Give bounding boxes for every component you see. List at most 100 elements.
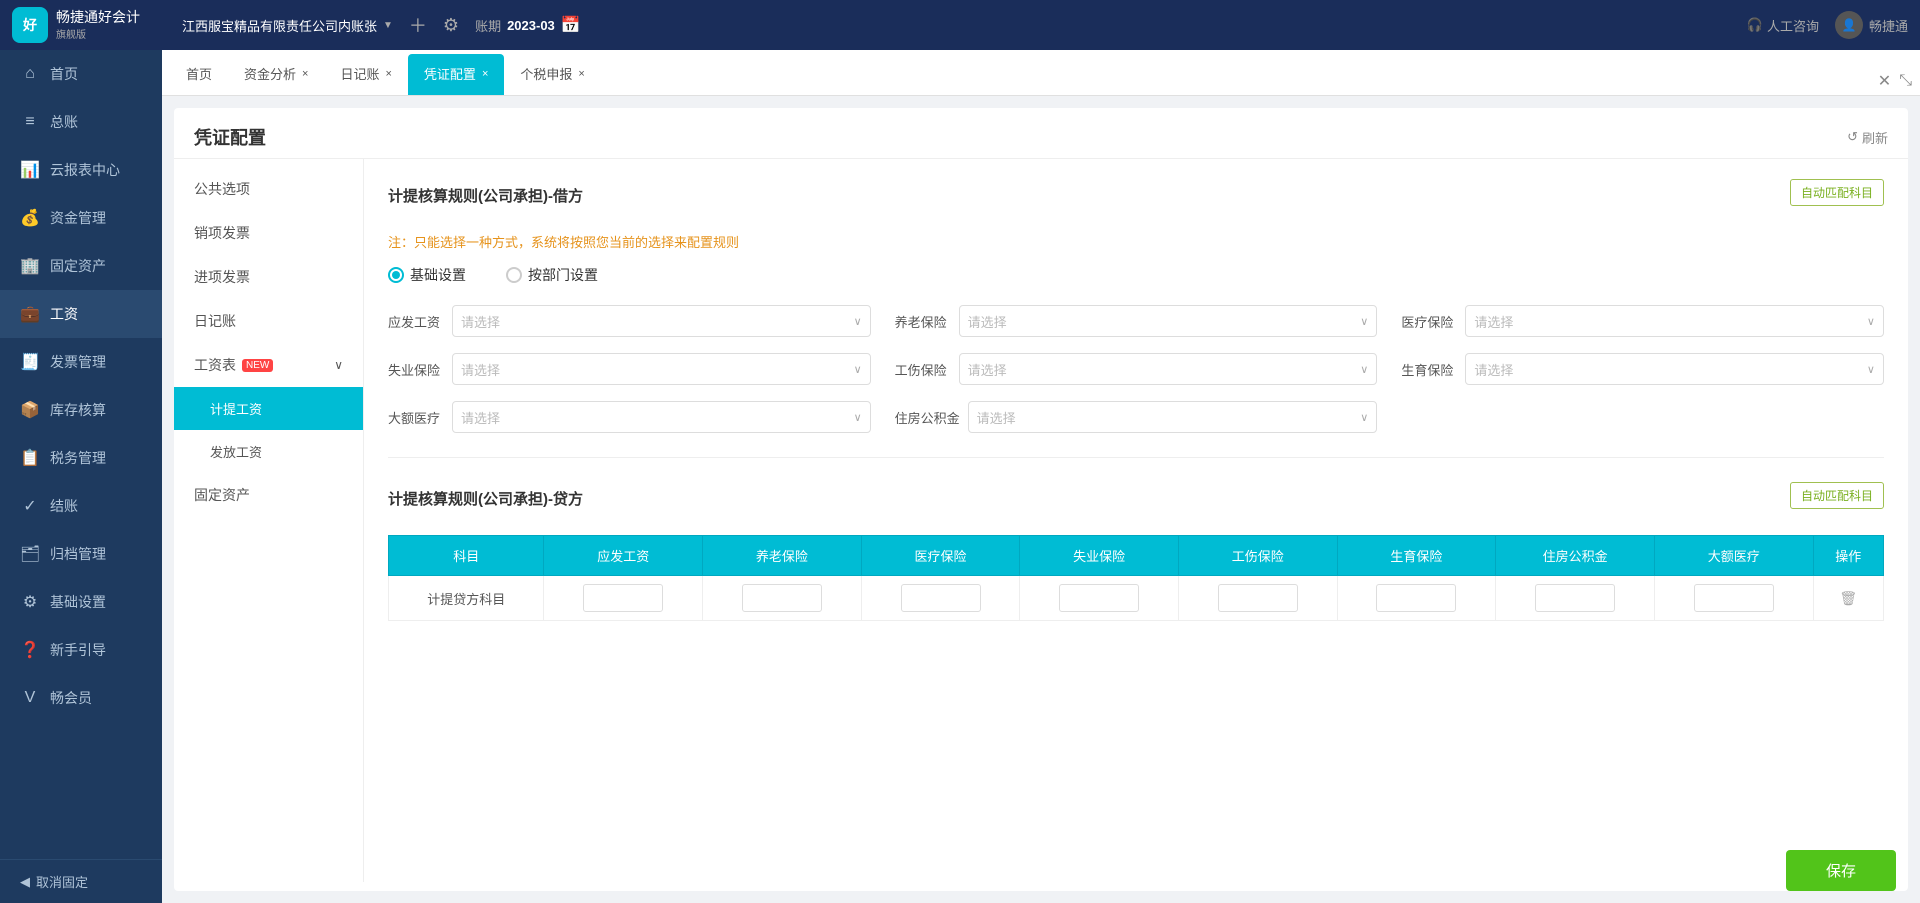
input-large-medical[interactable] <box>1694 584 1774 612</box>
select-salary-payable[interactable]: 请选择 ∨ <box>452 305 871 337</box>
field-large-medical: 大额医疗 请选择 ∨ <box>388 401 871 433</box>
input-maternity[interactable] <box>1376 584 1456 612</box>
company-select[interactable]: 江西服宝精品有限责任公司内账张 ▼ <box>182 16 393 35</box>
ledger-icon: ≡ <box>20 113 40 131</box>
debit-warning: 注：只能选择一种方式，系统将按照您当前的选择来配置规则 <box>388 232 1884 251</box>
settings-icon[interactable]: ⚙ <box>443 15 459 36</box>
cell-subject: 计提贷方科目 <box>389 576 544 621</box>
sidebar-item-basic-settings[interactable]: ⚙ 基础设置 <box>0 578 162 626</box>
tab-journal-close[interactable]: × <box>385 68 391 80</box>
radio-basic[interactable]: 基础设置 <box>388 265 466 285</box>
sidebar-item-home[interactable]: ⌂ 首页 <box>0 50 162 98</box>
delete-row-button[interactable]: 🗑 <box>1839 590 1857 606</box>
input-housing-fund[interactable] <box>1535 584 1615 612</box>
sidebar-item-fixed-assets[interactable]: 🏢 固定资产 <box>0 242 162 290</box>
sidebar-item-vip[interactable]: V 畅会员 <box>0 674 162 722</box>
input-salary[interactable] <box>583 584 663 612</box>
nav-public-options[interactable]: 公共选项 <box>174 167 363 211</box>
sidebar-item-new-guide[interactable]: ❓ 新手引导 <box>0 626 162 674</box>
add-icon[interactable]: ＋ <box>409 12 427 38</box>
sidebar-label-archive: 归档管理 <box>50 544 106 564</box>
expand-icon: ∨ <box>334 358 343 372</box>
sidebar-item-fund-management[interactable]: 💰 资金管理 <box>0 194 162 242</box>
select-work-injury-arrow: ∨ <box>1360 363 1368 376</box>
tab-expand-icon[interactable]: ⤡ <box>1899 72 1912 90</box>
sidebar-label-home: 首页 <box>50 64 78 84</box>
nav-purchase-invoice[interactable]: 进项发票 <box>174 255 363 299</box>
select-medical-arrow: ∨ <box>1867 315 1875 328</box>
nav-fixed-assets[interactable]: 固定资产 <box>174 473 363 517</box>
tab-tax-filing-close[interactable]: × <box>578 68 584 80</box>
user-area: 👤 畅捷通 <box>1835 11 1908 39</box>
save-button[interactable]: 保存 <box>1786 850 1896 891</box>
nav-sales-invoice[interactable]: 销项发票 <box>174 211 363 255</box>
tab-fund-analysis-close[interactable]: × <box>302 68 308 80</box>
nav-journal[interactable]: 日记账 <box>174 299 363 343</box>
select-work-injury[interactable]: 请选择 ∨ <box>959 353 1378 385</box>
salary-icon: 💼 <box>20 304 40 324</box>
select-unemployment[interactable]: 请选择 ∨ <box>452 353 871 385</box>
sidebar-item-general-ledger[interactable]: ≡ 总账 <box>0 98 162 146</box>
nav-pay-salary[interactable]: 发放工资 <box>174 430 363 473</box>
label-unemployment: 失业保险 <box>388 360 444 379</box>
sidebar-item-invoice-management[interactable]: 🧾 发票管理 <box>0 338 162 386</box>
input-unemployment[interactable] <box>1059 584 1139 612</box>
sidebar-label-vip: 畅会员 <box>50 688 92 708</box>
select-housing-fund[interactable]: 请选择 ∨ <box>968 401 1378 433</box>
sidebar-item-tax-management[interactable]: 📋 税务管理 <box>0 434 162 482</box>
input-pension[interactable] <box>742 584 822 612</box>
tab-fund-analysis[interactable]: 资金分析 × <box>228 54 324 95</box>
tab-journal[interactable]: 日记账 × <box>324 54 407 95</box>
cell-housing-fund <box>1496 576 1655 621</box>
sidebar-item-report-center[interactable]: 📊 云报表中心 <box>0 146 162 194</box>
col-action: 操作 <box>1813 536 1883 576</box>
cell-action: 🗑 <box>1813 576 1883 621</box>
tab-voucher-config[interactable]: 凭证配置 × <box>408 54 504 95</box>
cell-pension <box>703 576 862 621</box>
nav-accrued-salary[interactable]: 计提工资 <box>174 387 363 430</box>
debit-auto-match-button[interactable]: 自动匹配科目 <box>1790 179 1884 206</box>
sidebar-item-archive[interactable]: 🗂 归档管理 <box>0 530 162 578</box>
period-area: 账期 2023-03 📅 <box>475 15 581 35</box>
radio-by-dept[interactable]: 按部门设置 <box>506 265 598 285</box>
refresh-button[interactable]: ↺ 刷新 <box>1847 128 1888 147</box>
field-maternity: 生育保险 请选择 ∨ <box>1401 353 1884 385</box>
label-medical: 医疗保险 <box>1401 312 1457 331</box>
tab-bar-actions: ✕ ⤡ <box>1878 71 1912 95</box>
sidebar-item-inventory[interactable]: 📦 库存核算 <box>0 386 162 434</box>
credit-section-title: 计提核算规则(公司承担)-贷方 <box>388 488 583 509</box>
tab-voucher-config-close[interactable]: × <box>482 68 488 80</box>
sidebar-label-report-center: 云报表中心 <box>50 160 120 180</box>
left-nav: 公共选项 销项发票 进项发票 日记账 工资表 NEW <box>174 159 364 882</box>
input-work-injury[interactable] <box>1218 584 1298 612</box>
select-medical[interactable]: 请选择 ∨ <box>1465 305 1884 337</box>
select-medical-placeholder: 请选择 <box>1474 312 1513 331</box>
tab-home[interactable]: 首页 <box>170 54 228 95</box>
cancel-pin-button[interactable]: ◀ 取消固定 <box>0 859 162 903</box>
tab-close-all-icon[interactable]: ✕ <box>1878 71 1891 91</box>
select-pension[interactable]: 请选择 ∨ <box>959 305 1378 337</box>
select-large-medical-arrow: ∨ <box>854 411 862 424</box>
nav-salary-table[interactable]: 工资表 NEW ∨ <box>174 343 363 387</box>
input-medical[interactable] <box>901 584 981 612</box>
select-work-injury-placeholder: 请选择 <box>968 360 1007 379</box>
sidebar-item-checkout[interactable]: ✓ 结账 <box>0 482 162 530</box>
nav-label-fixed-assets: 固定资产 <box>194 485 250 505</box>
col-maternity: 生育保险 <box>1337 536 1496 576</box>
tab-tax-filing[interactable]: 个税申报 × <box>504 54 600 95</box>
select-large-medical[interactable]: 请选择 ∨ <box>452 401 871 433</box>
radio-by-dept-label: 按部门设置 <box>528 265 598 285</box>
save-bar: 保存 <box>1762 838 1920 903</box>
user-name: 畅捷通 <box>1869 16 1908 35</box>
credit-auto-match-button[interactable]: 自动匹配科目 <box>1790 482 1884 509</box>
radio-by-dept-circle <box>506 267 522 283</box>
invoice-icon: 🧾 <box>20 352 40 372</box>
archive-icon: 🗂 <box>20 544 40 564</box>
service-button[interactable]: 🎧 人工咨询 <box>1747 16 1819 35</box>
sidebar-item-salary[interactable]: 💼 工资 <box>0 290 162 338</box>
credit-table: 科目 应发工资 养老保险 医疗保险 失业保险 工伤保险 生育保险 住房公积金 大… <box>388 535 1884 621</box>
select-maternity[interactable]: 请选择 ∨ <box>1465 353 1884 385</box>
logo-area: 好 畅捷通好会计 旗舰版 <box>12 7 174 43</box>
calendar-icon[interactable]: 📅 <box>561 15 581 35</box>
select-unemployment-arrow: ∨ <box>854 363 862 376</box>
